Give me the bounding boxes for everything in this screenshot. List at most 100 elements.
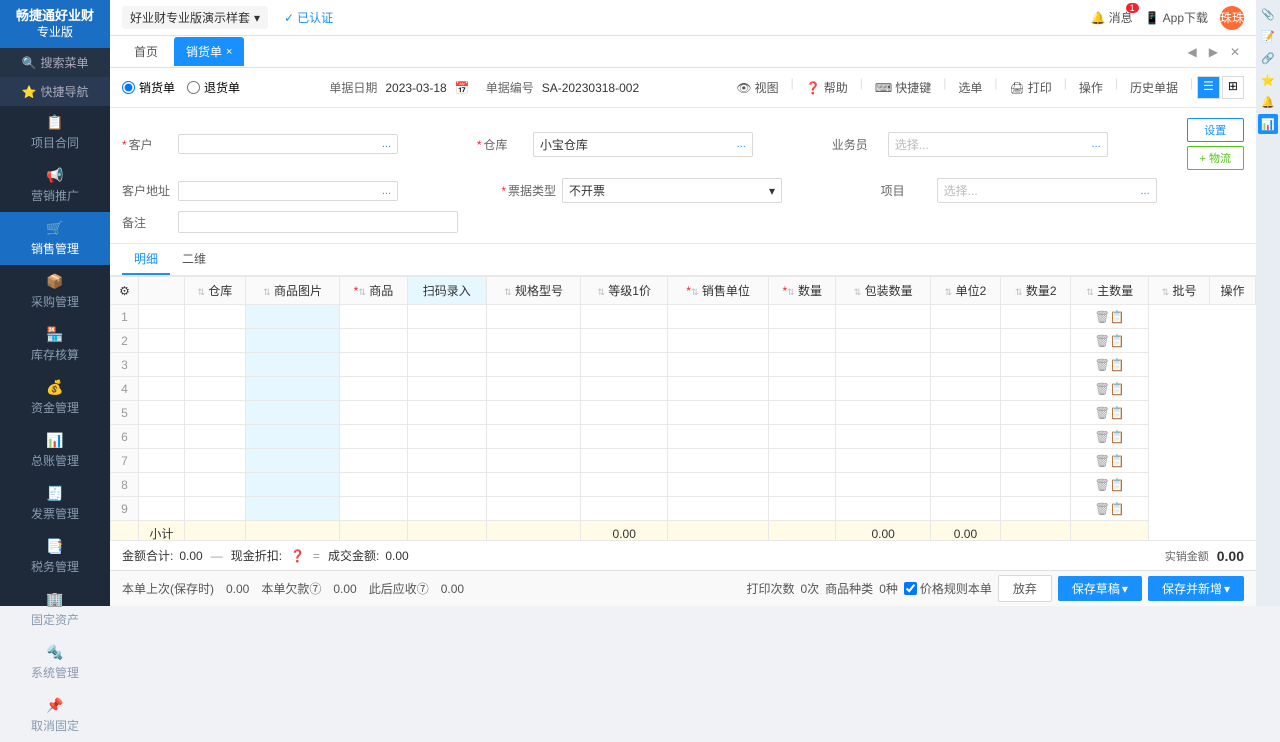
history-btn[interactable]: 历史单据: [1122, 76, 1186, 99]
tool-btn-3[interactable]: 🔗: [1258, 48, 1278, 68]
abandon-button[interactable]: 放弃: [998, 575, 1052, 602]
sidebar-quick-nav[interactable]: ⭐ 快捷导航: [0, 77, 110, 106]
sidebar-item-accounting[interactable]: 📊 总账管理: [0, 424, 110, 477]
warehouse-input[interactable]: 小宝仓库 ...: [533, 132, 753, 157]
delete-row-icon[interactable]: 🗑: [1095, 382, 1110, 396]
col-batch[interactable]: ⇅ 批号: [1149, 277, 1210, 305]
add-logistics-button[interactable]: + 物流: [1187, 146, 1244, 170]
col-unit2[interactable]: ⇅ 单位2: [930, 277, 1000, 305]
tab-close-btn[interactable]: ×: [226, 46, 232, 58]
tab-detail[interactable]: 明细: [122, 244, 170, 275]
sidebar-item-project[interactable]: 📋 项目合同: [0, 106, 110, 159]
sidebar-item-tax[interactable]: 📑 税务管理: [0, 530, 110, 583]
col-unit[interactable]: *⇅ 销售单位: [668, 277, 769, 305]
calendar-icon[interactable]: 📅: [455, 81, 470, 95]
tab-2d[interactable]: 二维: [170, 244, 218, 275]
copy-row-icon[interactable]: 📋: [1110, 478, 1125, 492]
delete-row-icon[interactable]: 🗑: [1095, 406, 1110, 420]
sidebar-item-inventory[interactable]: 🏪 库存核算: [0, 318, 110, 371]
salesperson-dots[interactable]: ...: [1092, 138, 1101, 150]
delete-row-icon[interactable]: 🗑: [1095, 358, 1110, 372]
col-goods[interactable]: *⇅ 商品: [340, 277, 407, 305]
delete-row-icon[interactable]: 🗑: [1095, 454, 1110, 468]
project-dots[interactable]: ...: [1140, 185, 1149, 197]
copy-row-icon[interactable]: 📋: [1110, 430, 1125, 444]
col-warehouse[interactable]: ⇅ 仓库: [184, 277, 245, 305]
sidebar-search[interactable]: 🔍 搜索菜单: [0, 48, 110, 77]
address-field-group: 客户地址 ...: [122, 181, 485, 201]
delete-row-icon[interactable]: 🗑: [1095, 430, 1110, 444]
notification-btn[interactable]: 🔔 1 消息: [1091, 9, 1133, 26]
print-btn[interactable]: 🖨 打印: [1002, 76, 1060, 99]
tab-home[interactable]: 首页: [122, 37, 170, 66]
address-dots[interactable]: ...: [382, 185, 391, 197]
customer-dots[interactable]: ...: [382, 138, 391, 150]
price-policy-checkbox[interactable]: 价格规则本单: [904, 580, 992, 597]
list-view-btn[interactable]: ☰: [1197, 76, 1220, 99]
sidebar-item-purchase[interactable]: 📦 采购管理: [0, 265, 110, 318]
tool-btn-2[interactable]: 📝: [1258, 26, 1278, 46]
view-btn[interactable]: 👁 视图: [728, 76, 786, 99]
col-qty[interactable]: *⇅ 数量: [769, 277, 836, 305]
radio-sales[interactable]: 销货单: [122, 79, 175, 96]
help-discount-icon: ❓: [290, 549, 305, 563]
address-input[interactable]: ...: [178, 181, 398, 201]
delete-row-icon[interactable]: 🗑: [1095, 478, 1110, 492]
copy-row-icon[interactable]: 📋: [1110, 502, 1125, 516]
delete-row-icon[interactable]: 🗑: [1095, 502, 1110, 516]
col-pack[interactable]: ⇅ 包装数量: [836, 277, 930, 305]
remark-input[interactable]: [178, 211, 458, 233]
col-scan[interactable]: 扫码录入: [407, 277, 486, 305]
tool-btn-5[interactable]: 🔔: [1258, 92, 1278, 112]
delete-row-icon[interactable]: 🗑: [1095, 310, 1110, 324]
sidebar-item-invoice[interactable]: 🧾 发票管理: [0, 477, 110, 530]
copy-row-icon[interactable]: 📋: [1110, 310, 1125, 324]
col-main-qty[interactable]: ⇅ 主数量: [1071, 277, 1149, 305]
app-download-btn[interactable]: 📱 App下载: [1145, 9, 1208, 26]
table-row: 7🗑📋: [111, 449, 1256, 473]
tool-btn-1[interactable]: 📎: [1258, 4, 1278, 24]
tab-close-all-btn[interactable]: ✕: [1226, 43, 1244, 61]
col-image[interactable]: ⇅ 商品图片: [245, 277, 339, 305]
tab-sales-order[interactable]: 销货单 ×: [174, 37, 244, 66]
tool-btn-4[interactable]: ⭐: [1258, 70, 1278, 90]
col-settings[interactable]: ⚙: [111, 277, 139, 305]
set-button[interactable]: 设置: [1187, 118, 1244, 142]
copy-row-icon[interactable]: 📋: [1110, 454, 1125, 468]
salesperson-input[interactable]: 选择... ...: [888, 132, 1108, 157]
shortcut-btn[interactable]: ⌨ 快捷键: [867, 76, 939, 99]
company-selector[interactable]: 好业财专业版演示样套 ▾: [122, 6, 268, 29]
project-input[interactable]: 选择... ...: [937, 178, 1157, 203]
save-draft-button[interactable]: 保存草稿 ▾: [1058, 576, 1142, 601]
select-order-btn[interactable]: 选单: [950, 76, 990, 99]
price-policy-check[interactable]: [904, 582, 917, 595]
copy-row-icon[interactable]: 📋: [1110, 334, 1125, 348]
sidebar-item-marketing[interactable]: 📢 营销推广: [0, 159, 110, 212]
tool-btn-6[interactable]: 📊: [1258, 114, 1278, 134]
sidebar-item-sales[interactable]: 🛒 销售管理: [0, 212, 110, 265]
copy-row-icon[interactable]: 📋: [1110, 358, 1125, 372]
sidebar-item-pin[interactable]: 📌 取消固定: [0, 689, 110, 742]
copy-row-icon[interactable]: 📋: [1110, 382, 1125, 396]
operate-btn[interactable]: 操作: [1071, 76, 1111, 99]
col-price1[interactable]: ⇅ 等级1价: [581, 277, 668, 305]
sidebar-item-finance[interactable]: 💰 资金管理: [0, 371, 110, 424]
customer-input[interactable]: ...: [178, 134, 398, 154]
copy-row-icon[interactable]: 📋: [1110, 406, 1125, 420]
user-avatar[interactable]: 珠珠: [1220, 6, 1244, 30]
warehouse-dots[interactable]: ...: [737, 138, 746, 150]
col-spec[interactable]: ⇅ 规格型号: [486, 277, 580, 305]
save-new-button[interactable]: 保存并新增 ▾: [1148, 576, 1244, 601]
field-row-2: 客户地址 ... 票据类型 不开票 ▾ 项目 选择...: [122, 178, 1244, 203]
grid-view-btn[interactable]: ⊞: [1222, 76, 1244, 99]
tab-prev-btn[interactable]: ◀: [1183, 43, 1200, 61]
sidebar-item-assets[interactable]: 🏢 固定资产: [0, 583, 110, 636]
col-qty2[interactable]: ⇅ 数量2: [1001, 277, 1071, 305]
tab-next-btn[interactable]: ▶: [1205, 43, 1222, 61]
invoice-select[interactable]: 不开票 ▾: [562, 178, 782, 203]
delete-row-icon[interactable]: 🗑: [1095, 334, 1110, 348]
radio-return[interactable]: 退货单: [187, 79, 240, 96]
sidebar-item-settings[interactable]: 🔩 系统管理: [0, 636, 110, 689]
help-btn[interactable]: ❓ 帮助: [798, 76, 856, 99]
purchase-icon: 📦: [46, 273, 63, 290]
